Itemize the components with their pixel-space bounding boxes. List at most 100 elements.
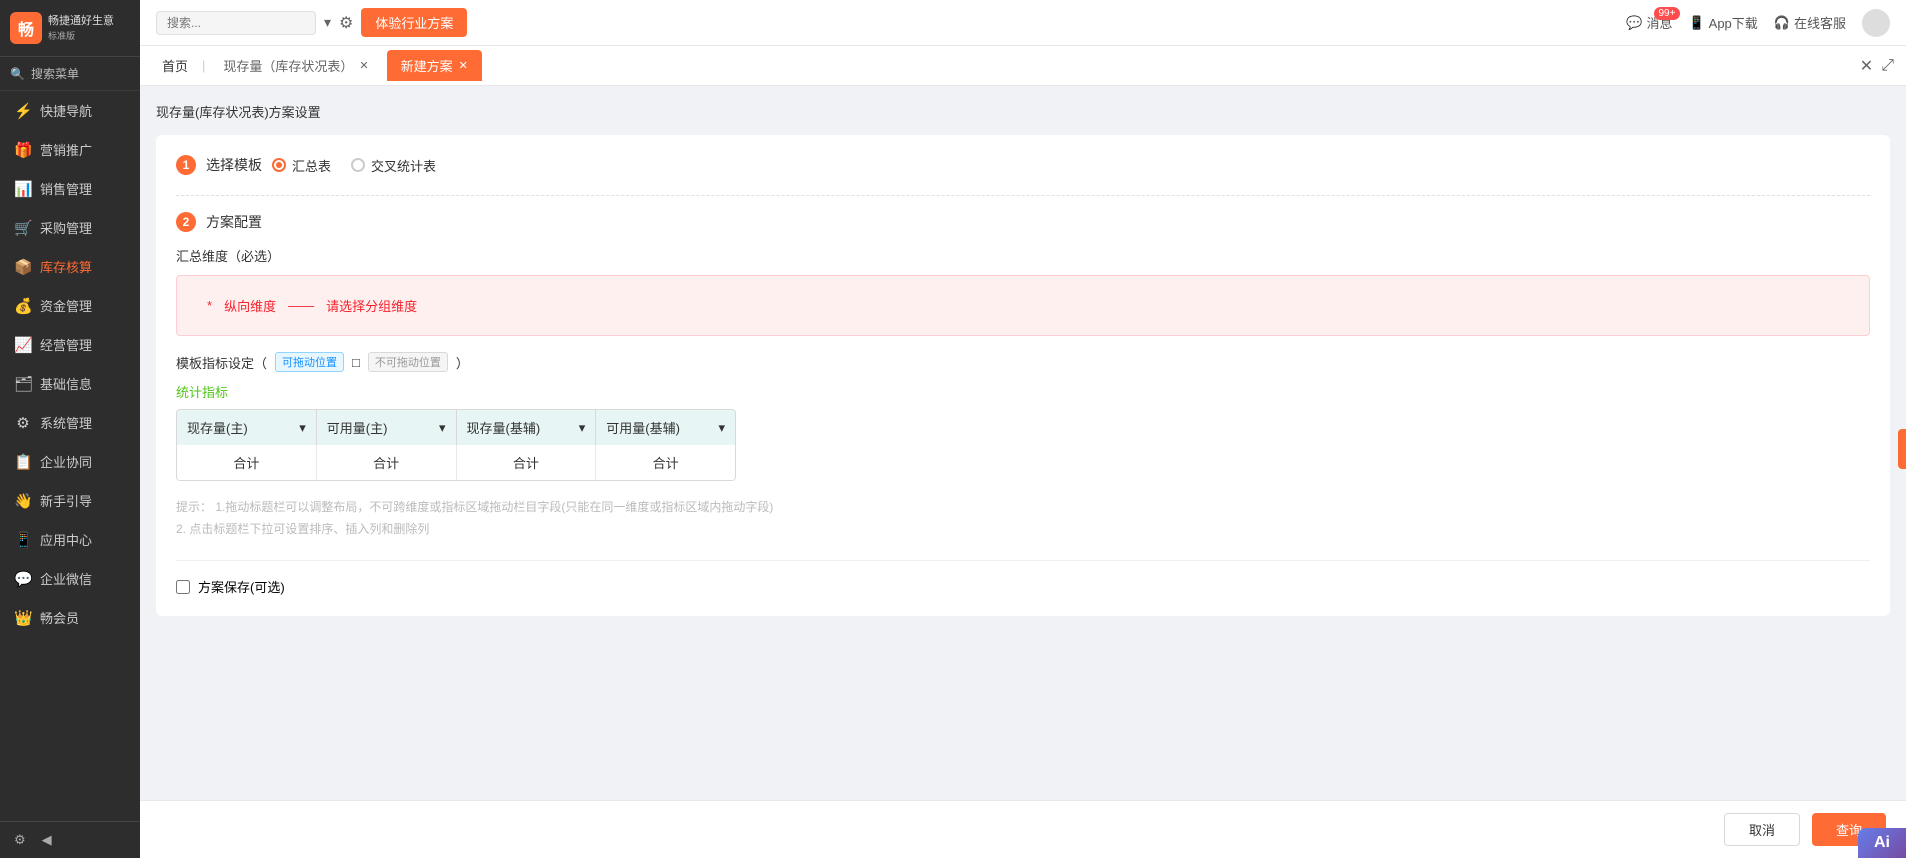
search-icon: 🔍 [10, 67, 25, 81]
sidebar-item-sales[interactable]: 📊 销售管理 [0, 169, 140, 208]
app-download-label: App下载 [1709, 13, 1758, 32]
sidebar-item-label: 基础信息 [40, 374, 92, 393]
settings-panel: 1 选择模板 汇总表 交叉统计表 [156, 135, 1890, 616]
radio-cross-label: 交叉统计表 [371, 156, 436, 175]
operations-icon: 📈 [14, 336, 32, 354]
app-download-icon: 📱 [1688, 15, 1704, 31]
radio-summary-circle [272, 158, 286, 172]
radio-summary-label: 汇总表 [292, 156, 331, 175]
tab-inventory-status[interactable]: 现存量（库存状况表） ✕ [209, 50, 382, 81]
sidebar-item-system[interactable]: ⚙ 系统管理 [0, 403, 140, 442]
tab-home[interactable]: 首页 [152, 50, 198, 81]
sidebar-item-label: 应用中心 [40, 530, 92, 549]
sidebar: 畅 畅捷通好生意 标准版 🔍 搜索菜单 ⚡ 快捷导航 🎁 营销推广 📊 销售管理… [0, 0, 140, 858]
sidebar-item-enterprise-wechat[interactable]: 💬 企业微信 [0, 559, 140, 598]
stat-col-2[interactable]: 可用量(主) ▾ [317, 410, 457, 445]
app-logo-icon: 畅 [10, 12, 42, 44]
save-row: 方案保存(可选) [176, 560, 1870, 596]
tab-new-plan-close-icon[interactable]: ✕ [459, 59, 468, 72]
sidebar-bottom: ⚙ ◀ [0, 821, 140, 858]
sidebar-logo: 畅 畅捷通好生意 标准版 [0, 0, 140, 57]
right-edge-handle[interactable] [1898, 429, 1906, 469]
ai-badge[interactable]: Ai [1858, 828, 1906, 858]
tab-inventory-close-icon[interactable]: ✕ [359, 59, 368, 72]
indicator-label-mid: □ [352, 355, 360, 370]
search-label: 搜索菜单 [31, 65, 79, 82]
col3-dropdown-icon: ▾ [579, 420, 586, 436]
col4-dropdown-icon: ▾ [718, 420, 725, 436]
save-checkbox[interactable] [176, 580, 190, 594]
fixed-badge: 不可拖动位置 [368, 352, 448, 372]
radio-summary[interactable]: 汇总表 [272, 156, 331, 175]
stat-table-body: 合计 合计 合计 合计 [177, 445, 735, 480]
enterprise-wechat-icon: 💬 [14, 570, 32, 588]
stat-table-header: 现存量(主) ▾ 可用量(主) ▾ 现存量(基辅) ▾ 可用量(基辅) [177, 410, 735, 445]
step1-label: 选择模板 [206, 155, 262, 175]
new-guide-icon: 👋 [14, 492, 32, 510]
message-button[interactable]: 💬 消息 99+ [1626, 13, 1672, 32]
topbar-gear-button[interactable]: ⚙ [339, 13, 353, 33]
draggable-badge: 可拖动位置 [275, 352, 344, 372]
online-service-icon: 🎧 [1774, 15, 1790, 31]
inventory-icon: 📦 [14, 258, 32, 276]
trial-plan-button[interactable]: 体验行业方案 [361, 8, 467, 37]
stat-col-3[interactable]: 现存量(基辅) ▾ [457, 410, 597, 445]
sidebar-item-label: 经营管理 [40, 335, 92, 354]
col1-dropdown-icon: ▾ [299, 420, 306, 436]
sidebar-item-enterprise[interactable]: 📋 企业协同 [0, 442, 140, 481]
content-area: 现存量(库存状况表)方案设置 1 选择模板 汇总表 交叉统计表 [140, 86, 1906, 800]
collapse-icon[interactable]: ◀ [42, 832, 52, 848]
sidebar-item-inventory[interactable]: 📦 库存核算 [0, 247, 140, 286]
dimension-box[interactable]: * 纵向维度 —— 请选择分组维度 [176, 275, 1870, 336]
col2-dropdown-icon: ▾ [439, 420, 446, 436]
sidebar-item-label: 畅会员 [40, 608, 79, 627]
sidebar-item-label: 企业协同 [40, 452, 92, 471]
expand-tab-button[interactable]: ⤢ [1881, 56, 1894, 76]
dimension-placeholder: 请选择分组维度 [326, 296, 417, 315]
sidebar-item-label: 系统管理 [40, 413, 92, 432]
cancel-button[interactable]: 取消 [1724, 813, 1800, 846]
sidebar-item-label: 资金管理 [40, 296, 92, 315]
sidebar-item-finance[interactable]: 💰 资金管理 [0, 286, 140, 325]
dimension-dash: —— [288, 298, 314, 313]
marketing-icon: 🎁 [14, 141, 32, 159]
sidebar-item-purchase[interactable]: 🛒 采购管理 [0, 208, 140, 247]
stat-col-4[interactable]: 可用量(基辅) ▾ [596, 410, 735, 445]
main-area: ▾ ⚙ 体验行业方案 💬 消息 99+ 📱 App下载 🎧 在线客服 首页 [140, 0, 1906, 858]
radio-cross-circle [351, 158, 365, 172]
sidebar-item-new-guide[interactable]: 👋 新手引导 [0, 481, 140, 520]
step2-label: 方案配置 [206, 212, 262, 232]
indicator-label-text: 模板指标设定（ [176, 353, 267, 372]
sidebar-item-basic-info[interactable]: 🗂 基础信息 [0, 364, 140, 403]
sidebar-item-label: 企业微信 [40, 569, 92, 588]
stat-section-label: 统计指标 [176, 382, 1870, 401]
dimension-field-label: 纵向维度 [224, 296, 276, 315]
online-service-button[interactable]: 🎧 在线客服 [1774, 13, 1846, 32]
template-radio-group: 汇总表 交叉统计表 [272, 156, 436, 175]
page-title: 现存量(库存状况表)方案设置 [156, 102, 1890, 121]
close-tab-button[interactable]: ✕ [1860, 56, 1873, 76]
stat-cell-4: 合计 [596, 445, 735, 480]
quick-nav-icon: ⚡ [14, 102, 32, 120]
tip-1: 提示： 1.拖动标题栏可以调整布局，不可跨维度或指标区域拖动栏目字段(只能在同一… [176, 497, 1870, 519]
sidebar-item-app-center[interactable]: 📱 应用中心 [0, 520, 140, 559]
radio-cross[interactable]: 交叉统计表 [351, 156, 436, 175]
tip-2: 2. 点击标题栏下拉可设置排序、插入列和删除列 [176, 519, 1870, 541]
topbar-search-input[interactable] [156, 11, 316, 35]
sidebar-item-label: 快捷导航 [40, 101, 92, 120]
stat-col-1[interactable]: 现存量(主) ▾ [177, 410, 317, 445]
settings-icon[interactable]: ⚙ [14, 832, 26, 848]
sidebar-item-marketing[interactable]: 🎁 营销推广 [0, 130, 140, 169]
sidebar-item-member[interactable]: 👑 畅会员 [0, 598, 140, 637]
indicator-settings-label: 模板指标设定（ 可拖动位置 □ 不可拖动位置 ） [176, 352, 1870, 372]
tips-section: 提示： 1.拖动标题栏可以调整布局，不可跨维度或指标区域拖动栏目字段(只能在同一… [176, 497, 1870, 540]
sidebar-item-operations[interactable]: 📈 经营管理 [0, 325, 140, 364]
sidebar-search[interactable]: 🔍 搜索菜单 [0, 57, 140, 91]
app-download-button[interactable]: 📱 App下载 [1688, 13, 1757, 32]
topbar-dropdown-button[interactable]: ▾ [324, 14, 331, 31]
enterprise-icon: 📋 [14, 453, 32, 471]
app-name: 畅捷通好生意 [48, 14, 114, 29]
tab-new-plan[interactable]: 新建方案 ✕ [387, 50, 482, 81]
sidebar-item-quick-nav[interactable]: ⚡ 快捷导航 [0, 91, 140, 130]
user-avatar[interactable] [1862, 9, 1890, 37]
